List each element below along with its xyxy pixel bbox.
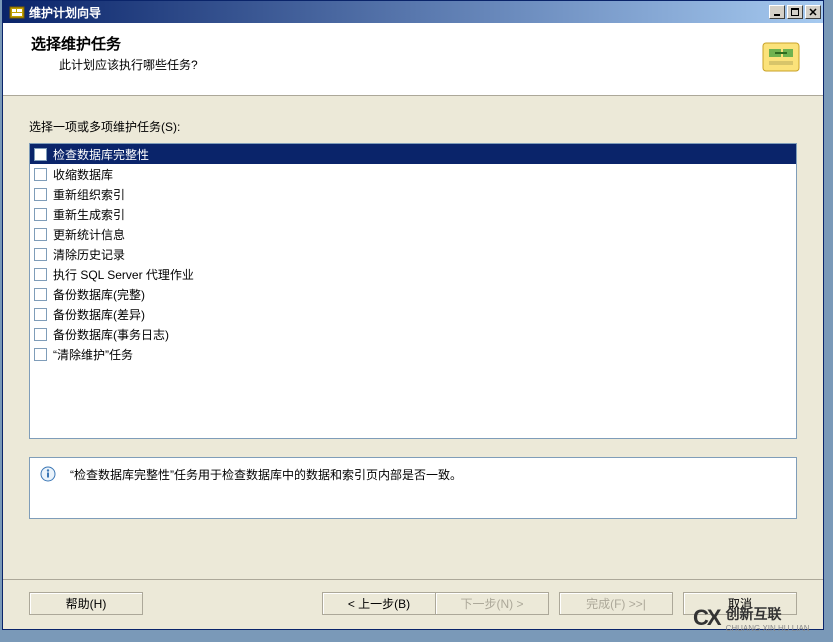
list-item-label: 执行 SQL Server 代理作业 [53, 266, 194, 283]
watermark-logo-icon: CX [693, 605, 720, 631]
wizard-window: 维护计划向导 选择维护任务 此计划应该执行哪些任务? 选择一项或多项维护任务(S [2, 0, 824, 630]
list-item-label: 清除历史记录 [53, 246, 125, 263]
list-item-label: 收缩数据库 [53, 166, 113, 183]
watermark-sub: CHUANG XIN HU LIAN [726, 624, 810, 633]
window-title: 维护计划向导 [29, 4, 767, 21]
app-icon [9, 4, 25, 20]
next-button[interactable]: 下一步(N) > [435, 592, 549, 615]
checkbox[interactable] [34, 288, 47, 301]
tasks-list-label: 选择一项或多项维护任务(S): [29, 118, 797, 135]
watermark-brand: 创新互联 [726, 604, 810, 624]
list-item-label: 备份数据库(事务日志) [53, 326, 169, 343]
task-description-box: “检查数据库完整性”任务用于检查数据库中的数据和索引页内部是否一致。 [29, 457, 797, 519]
back-button[interactable]: < 上一步(B) [322, 592, 436, 615]
checkbox[interactable] [34, 268, 47, 281]
wizard-content: 选择一项或多项维护任务(S): 检查数据库完整性 收缩数据库 重新组织索引 重新… [3, 96, 823, 579]
page-title: 选择维护任务 [31, 33, 749, 54]
wizard-header: 选择维护任务 此计划应该执行哪些任务? [3, 23, 823, 96]
minimize-button[interactable] [769, 5, 785, 19]
list-item[interactable]: 备份数据库(事务日志) [30, 324, 796, 344]
list-item[interactable]: 重新组织索引 [30, 184, 796, 204]
finish-button[interactable]: 完成(F) >>| [559, 592, 673, 615]
list-item-label: 重新生成索引 [53, 206, 125, 223]
list-item[interactable]: “清除维护”任务 [30, 344, 796, 364]
checkbox[interactable] [34, 248, 47, 261]
list-item-label: 重新组织索引 [53, 186, 125, 203]
checkbox[interactable] [34, 348, 47, 361]
checkbox[interactable] [34, 328, 47, 341]
maximize-button[interactable] [787, 5, 803, 19]
list-item-label: 备份数据库(差异) [53, 306, 145, 323]
list-item[interactable]: 重新生成索引 [30, 204, 796, 224]
list-item-label: 更新统计信息 [53, 226, 125, 243]
list-item-label: 检查数据库完整性 [53, 146, 149, 163]
list-item[interactable]: 收缩数据库 [30, 164, 796, 184]
checkbox[interactable] [34, 308, 47, 321]
list-item[interactable]: 清除历史记录 [30, 244, 796, 264]
checkbox[interactable] [34, 208, 47, 221]
list-item-label: “清除维护”任务 [53, 346, 133, 363]
task-description-text: “检查数据库完整性”任务用于检查数据库中的数据和索引页内部是否一致。 [70, 466, 462, 483]
help-button[interactable]: 帮助(H) [29, 592, 143, 615]
wizard-icon [757, 33, 805, 81]
titlebar: 维护计划向导 [3, 1, 823, 23]
checkbox[interactable] [34, 188, 47, 201]
checkbox[interactable] [34, 148, 47, 161]
list-item[interactable]: 执行 SQL Server 代理作业 [30, 264, 796, 284]
list-item[interactable]: 更新统计信息 [30, 224, 796, 244]
info-icon [40, 466, 56, 482]
checkbox[interactable] [34, 168, 47, 181]
page-subtitle: 此计划应该执行哪些任务? [59, 56, 749, 73]
close-button[interactable] [805, 5, 821, 19]
list-item[interactable]: 备份数据库(完整) [30, 284, 796, 304]
list-item-label: 备份数据库(完整) [53, 286, 145, 303]
list-item[interactable]: 备份数据库(差异) [30, 304, 796, 324]
list-item[interactable]: 检查数据库完整性 [30, 144, 796, 164]
checkbox[interactable] [34, 228, 47, 241]
tasks-listbox[interactable]: 检查数据库完整性 收缩数据库 重新组织索引 重新生成索引 更新统计信息 清除历史… [29, 143, 797, 439]
watermark: CX 创新互联 CHUANG XIN HU LIAN [693, 598, 833, 638]
